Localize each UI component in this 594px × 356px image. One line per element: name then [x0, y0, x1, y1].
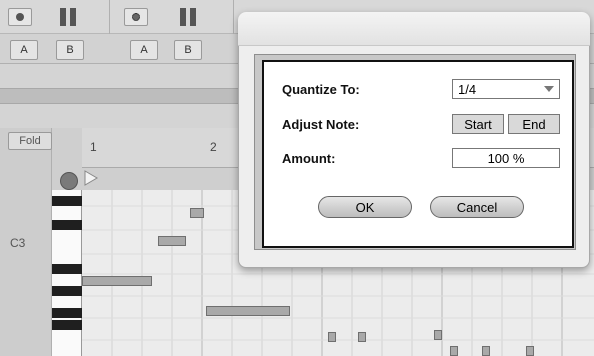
- chevron-down-icon: [544, 86, 554, 92]
- midi-note[interactable]: [434, 330, 442, 340]
- play-marker-icon[interactable]: [84, 170, 98, 186]
- midi-note[interactable]: [482, 346, 490, 356]
- ok-button[interactable]: OK: [318, 196, 412, 218]
- pause-icon: [60, 8, 78, 26]
- dialog-title-bar[interactable]: [238, 12, 590, 46]
- crossfade-b-button[interactable]: B: [56, 40, 84, 60]
- record-arm-button[interactable]: [8, 8, 32, 26]
- fold-button[interactable]: Fold: [8, 132, 52, 150]
- ruler-label-1: 1: [90, 140, 97, 154]
- midi-note[interactable]: [358, 332, 366, 342]
- cancel-button[interactable]: Cancel: [430, 196, 524, 218]
- piano-roll-left-pane: [0, 128, 52, 356]
- crossfade-a-button-2[interactable]: A: [130, 40, 158, 60]
- midi-note[interactable]: [328, 332, 336, 342]
- midi-note[interactable]: [450, 346, 458, 356]
- end-button[interactable]: End: [508, 114, 560, 134]
- quantize-select[interactable]: 1/4: [452, 79, 560, 99]
- ruler-label-2: 2: [210, 140, 217, 154]
- adjust-note-label: Adjust Note:: [282, 117, 360, 132]
- black-key: [52, 308, 82, 318]
- quantize-label: Quantize To:: [282, 82, 360, 97]
- midi-note[interactable]: [190, 208, 204, 218]
- black-key: [52, 264, 82, 274]
- pause-icon-2: [180, 8, 198, 26]
- black-key: [52, 196, 82, 206]
- black-key: [52, 320, 82, 330]
- headphone-icon[interactable]: [60, 172, 78, 190]
- midi-note[interactable]: [82, 276, 152, 286]
- midi-note[interactable]: [526, 346, 534, 356]
- dialog-content: Quantize To: 1/4 Adjust Note: Start End …: [262, 60, 574, 248]
- piano-keys[interactable]: [52, 190, 82, 356]
- crossfade-b-button-2[interactable]: B: [174, 40, 202, 60]
- black-key: [52, 220, 82, 230]
- record-arm-button-2[interactable]: [124, 8, 148, 26]
- quantize-value: 1/4: [458, 81, 477, 97]
- crossfade-a-button[interactable]: A: [10, 40, 38, 60]
- amount-label: Amount:: [282, 151, 336, 166]
- midi-note[interactable]: [206, 306, 290, 316]
- black-key: [52, 286, 82, 296]
- start-button[interactable]: Start: [452, 114, 504, 134]
- midi-note[interactable]: [158, 236, 186, 246]
- note-label-c3: C3: [10, 236, 26, 250]
- amount-field[interactable]: 100 %: [452, 148, 560, 168]
